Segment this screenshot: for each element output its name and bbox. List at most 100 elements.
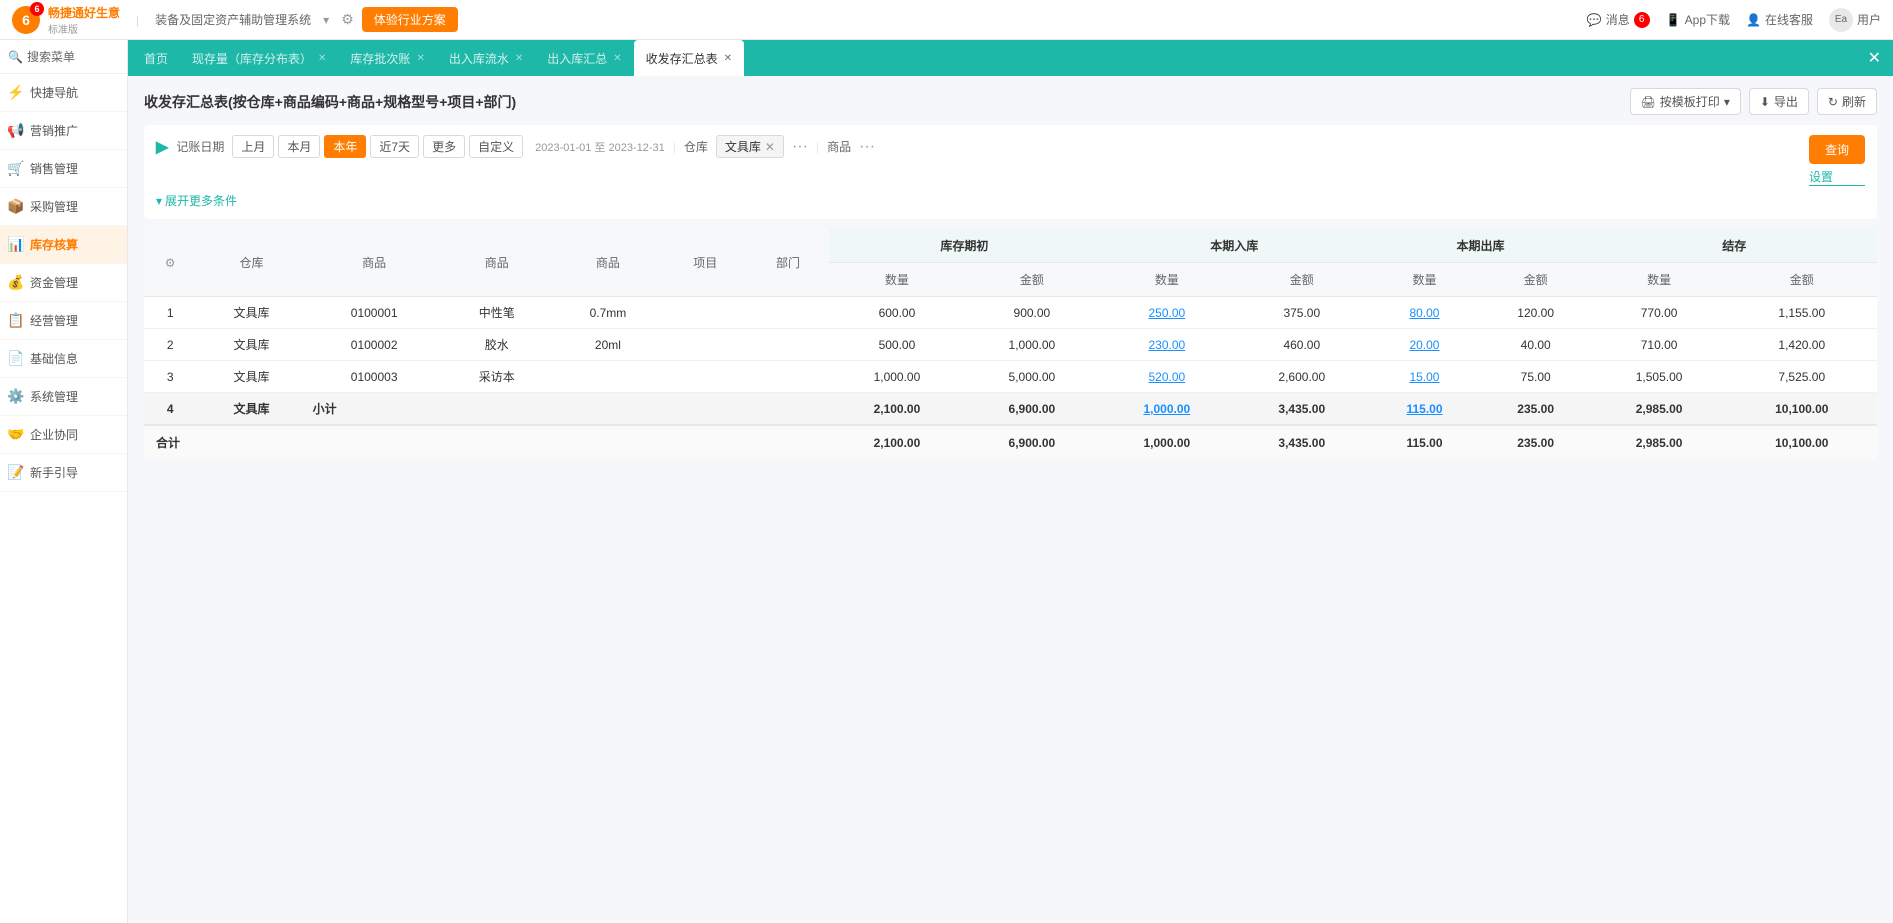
expand-conditions-btn[interactable]: ▾ 展开更多条件	[156, 192, 1865, 209]
row-project	[664, 361, 747, 393]
sidebar-search[interactable]: 🔍 搜索菜单	[0, 40, 127, 74]
col-out-group-header: 本期出库	[1369, 229, 1591, 263]
warehouse-tag-close-icon[interactable]: ✕	[765, 140, 775, 154]
sidebar-item-label: 经营管理	[30, 312, 78, 329]
row-out-amt: 40.00	[1480, 329, 1592, 361]
col-opening-group-header: 库存期初	[829, 229, 1099, 263]
sidebar: 🔍 搜索菜单 ⚡ 快捷导航 📢 营销推广 🛒 销售管理 📦 采购管理 📊 库存核…	[0, 40, 128, 923]
top-bar-right: 💬 消息 6 📱 App下载 👤 在线客服 Ea 用户	[1587, 8, 1881, 32]
print-button[interactable]: 🖨 按模板打印 ▾	[1630, 88, 1741, 115]
date-btn-7days[interactable]: 近7天	[370, 135, 419, 158]
tab-stock-distribution[interactable]: 现存量（库存分布表） ✕	[180, 40, 338, 76]
subtotal-out-qty[interactable]: 115.00	[1369, 393, 1479, 426]
export-button[interactable]: ⬇ 导出	[1749, 88, 1809, 115]
logo-text: 6	[22, 12, 30, 28]
refresh-button[interactable]: ↻ 刷新	[1817, 88, 1877, 115]
total-out-amt: 235.00	[1480, 425, 1592, 459]
sidebar-item-cooperation[interactable]: 🤝 企业协同	[0, 416, 127, 454]
settings-icon[interactable]: ⚙	[341, 11, 354, 28]
app-download-link[interactable]: 📱 App下载	[1666, 11, 1730, 28]
row-in-amt: 2,600.00	[1234, 361, 1369, 393]
total-opening-amt: 6,900.00	[964, 425, 1099, 459]
filter-row: ▶ 记账日期 上月 本月 本年 近7天 更多 自定义 2023-01-01 至 …	[156, 135, 1797, 158]
row-in-amt: 375.00	[1234, 297, 1369, 329]
row-department	[747, 361, 830, 393]
settings-link[interactable]: 设置	[1809, 168, 1865, 186]
sidebar-item-label: 营销推广	[30, 122, 78, 139]
row-opening-qty: 1,000.00	[829, 361, 964, 393]
sidebar-item-sales[interactable]: 🛒 销售管理	[0, 150, 127, 188]
row-out-qty[interactable]: 20.00	[1369, 329, 1479, 361]
data-table: ⚙ 仓库 商品 商品 商品 项目 部门 库存期初 本期入库 本期出库 结存	[144, 229, 1877, 459]
table-settings-icon[interactable]: ⚙	[165, 256, 176, 270]
warehouse-tag-text: 文具库	[725, 138, 761, 155]
user-area[interactable]: Ea 用户	[1829, 8, 1881, 32]
tab-in-out-summary[interactable]: 出入库汇总 ✕	[535, 40, 633, 76]
sidebar-item-finance[interactable]: 💰 资金管理	[0, 264, 127, 302]
header-actions: 🖨 按模板打印 ▾ ⬇ 导出 ↻ 刷新	[1630, 88, 1877, 115]
message-link[interactable]: 💬 消息 6	[1587, 11, 1650, 28]
sidebar-item-operations[interactable]: 📋 经营管理	[0, 302, 127, 340]
row-in-qty[interactable]: 250.00	[1099, 297, 1234, 329]
date-btn-this-month[interactable]: 本月	[278, 135, 320, 158]
table-footer: 合计 2,100.00 6,900.00 1,000.00 3,435.00 1…	[144, 425, 1877, 459]
print-icon: 🖨	[1641, 95, 1656, 109]
tab-bar-close-icon[interactable]: ✕	[1860, 48, 1889, 68]
query-button[interactable]: 查询	[1809, 135, 1865, 164]
tab-label: 收发存汇总表	[646, 50, 718, 67]
tab-batch-account[interactable]: 库存批次账 ✕	[338, 40, 436, 76]
sidebar-item-system[interactable]: ⚙️ 系统管理	[0, 378, 127, 416]
warehouse-tag[interactable]: 文具库 ✕	[716, 135, 784, 158]
tab-collect-summary[interactable]: 收发存汇总表 ✕	[634, 40, 744, 76]
row-in-qty[interactable]: 520.00	[1099, 361, 1234, 393]
row-out-qty[interactable]: 15.00	[1369, 361, 1479, 393]
online-service-link[interactable]: 👤 在线客服	[1746, 11, 1813, 28]
col-balance-qty-header: 数量	[1592, 263, 1727, 297]
row-out-qty[interactable]: 80.00	[1369, 297, 1479, 329]
sidebar-item-quick-nav[interactable]: ⚡ 快捷导航	[0, 74, 127, 112]
sidebar-item-basic-info[interactable]: 📄 基础信息	[0, 340, 127, 378]
export-icon: ⬇	[1760, 95, 1770, 109]
row-department	[747, 329, 830, 361]
system-icon: ⚙️	[8, 389, 24, 405]
filter-toggle-icon[interactable]: ▶	[156, 137, 168, 157]
tab-close-icon[interactable]: ✕	[318, 53, 326, 64]
subtotal-balance-qty: 2,985.00	[1592, 393, 1727, 426]
row-goods-name: 胶水	[442, 329, 552, 361]
date-btn-custom[interactable]: 自定义	[469, 135, 523, 158]
inventory-icon: 📊	[8, 237, 24, 253]
app-subtitle: 标准版	[48, 21, 120, 36]
warehouse-more-icon[interactable]: ···	[792, 138, 808, 156]
sidebar-item-inventory[interactable]: 📊 库存核算	[0, 226, 127, 264]
row-in-qty[interactable]: 230.00	[1099, 329, 1234, 361]
subtotal-in-qty[interactable]: 1,000.00	[1099, 393, 1234, 426]
top-bar-left: 6 6 畅捷通好生意 标准版 | 装备及固定资产辅助管理系统 ▾ ⚙ 体验行业方…	[12, 4, 458, 36]
date-btn-this-year[interactable]: 本年	[324, 135, 366, 158]
sidebar-item-label: 采购管理	[30, 198, 78, 215]
date-btn-more[interactable]: 更多	[423, 135, 465, 158]
page-title: 收发存汇总表(按仓库+商品编码+商品+规格型号+项目+部门)	[144, 92, 516, 112]
tab-close-icon[interactable]: ✕	[416, 53, 424, 64]
sidebar-item-label: 销售管理	[30, 160, 78, 177]
tab-label: 出入库流水	[449, 50, 509, 67]
tab-close-icon[interactable]: ✕	[515, 53, 523, 64]
sidebar-item-purchase[interactable]: 📦 采购管理	[0, 188, 127, 226]
sidebar-item-label: 企业协同	[30, 426, 78, 443]
sales-icon: 🛒	[8, 161, 24, 177]
tab-close-icon[interactable]: ✕	[613, 53, 621, 64]
sidebar-search-label: 搜索菜单	[27, 48, 75, 65]
tab-close-icon[interactable]: ✕	[724, 53, 732, 64]
message-badge: 6	[1634, 12, 1650, 28]
row-out-amt: 120.00	[1480, 297, 1592, 329]
row-balance-amt: 1,420.00	[1727, 329, 1877, 361]
col-out-amt-header: 金额	[1480, 263, 1592, 297]
sidebar-item-guide[interactable]: 📝 新手引导	[0, 454, 127, 492]
sidebar-item-marketing[interactable]: 📢 营销推广	[0, 112, 127, 150]
goods-more-icon[interactable]: ···	[859, 138, 875, 156]
date-btn-last-month[interactable]: 上月	[232, 135, 274, 158]
tab-flow[interactable]: 出入库流水 ✕	[437, 40, 535, 76]
tab-home[interactable]: 首页	[132, 40, 180, 76]
filter-separator2: |	[816, 140, 819, 154]
trial-button[interactable]: 体验行业方案	[362, 7, 458, 32]
col-opening-amt-header: 金额	[964, 263, 1099, 297]
